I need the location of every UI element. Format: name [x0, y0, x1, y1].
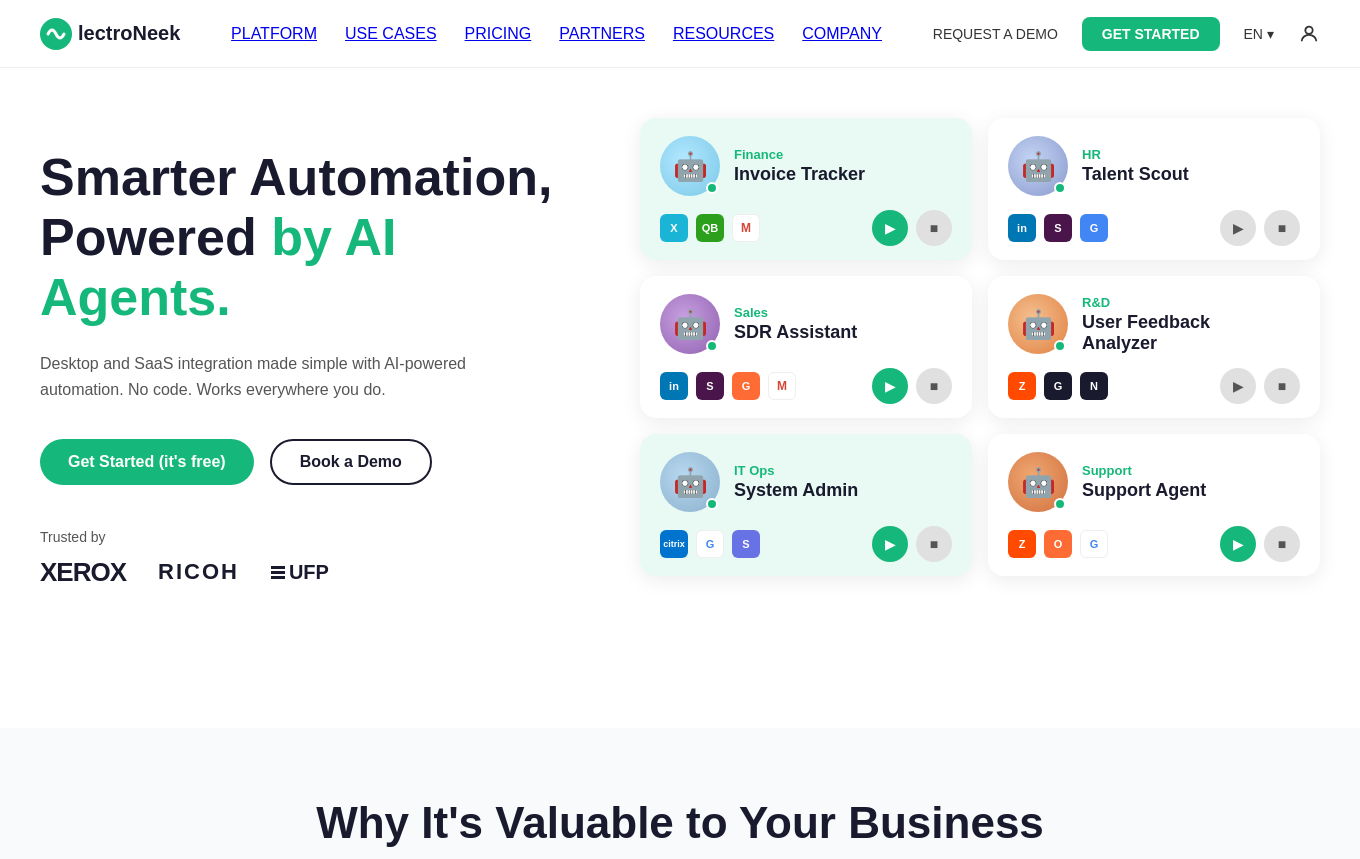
- user-icon[interactable]: [1298, 23, 1320, 45]
- card-sales: 🤖 Sales SDR Assistant in S G M ▶ ■: [640, 276, 972, 418]
- gmail-icon-sales: M: [768, 372, 796, 400]
- navbar: lectroNeek PLATFORM USE CASES PRICING PA…: [0, 0, 1360, 68]
- card-support: 🤖 Support Support Agent Z O G ▶ ■: [988, 434, 1320, 576]
- stop-button-support[interactable]: ■: [1264, 526, 1300, 562]
- xerox-logo: XEROX: [40, 557, 126, 588]
- linkedin-icon: in: [1008, 214, 1036, 242]
- stop-button-sales[interactable]: ■: [916, 368, 952, 404]
- card-category-support: Support: [1082, 463, 1206, 478]
- get-started-button[interactable]: Get Started (it's free): [40, 439, 254, 485]
- card-name-rd: User FeedbackAnalyzer: [1082, 312, 1210, 354]
- nav-company[interactable]: COMPANY: [802, 25, 882, 43]
- card-icons-finance: X QB M: [660, 214, 760, 242]
- logo-text: lectroNeek: [78, 22, 180, 45]
- gdoc-icon: G: [1080, 214, 1108, 242]
- slack-icon-sales: S: [696, 372, 724, 400]
- ricoh-logo: RICOH: [158, 559, 239, 585]
- card-icons-rd: Z G N: [1008, 372, 1108, 400]
- nav-use-cases[interactable]: USE CASES: [345, 25, 437, 43]
- card-icons-hr: in S G: [1008, 214, 1108, 242]
- nav-links: PLATFORM USE CASES PRICING PARTNERS RESO…: [231, 25, 882, 43]
- nav-platform[interactable]: PLATFORM: [231, 25, 317, 43]
- avatar-itops: 🤖: [660, 452, 720, 512]
- hero-title: Smarter Automation, Powered by AI Agents…: [40, 148, 590, 327]
- nav-get-started-button[interactable]: GET STARTED: [1082, 17, 1220, 51]
- hero-left: Smarter Automation, Powered by AI Agents…: [40, 128, 590, 588]
- play-button-finance[interactable]: ▶: [872, 210, 908, 246]
- zapier-icon: Z: [1008, 372, 1036, 400]
- card-hr: 🤖 HR Talent Scout in S G ▶ ■: [988, 118, 1320, 260]
- trusted-by-section: Trusted by XEROX RICOH UFP: [40, 529, 590, 588]
- card-finance: 🤖 Finance Invoice Tracker X QB M ▶ ■: [640, 118, 972, 260]
- trusted-by-label: Trusted by: [40, 529, 590, 545]
- card-icons-sales: in S G M: [660, 372, 796, 400]
- card-name-hr: Talent Scout: [1082, 164, 1189, 185]
- hero-subtitle: Desktop and SaaS integration made simple…: [40, 351, 520, 402]
- avatar-hr: 🤖: [1008, 136, 1068, 196]
- card-name-support: Support Agent: [1082, 480, 1206, 501]
- nav-partners[interactable]: PARTNERS: [559, 25, 645, 43]
- hero-section: Smarter Automation, Powered by AI Agents…: [0, 68, 1360, 728]
- nav-request-demo[interactable]: REQUEST A DEMO: [933, 26, 1058, 42]
- avatar-finance: 🤖: [660, 136, 720, 196]
- value-title: Why It's Valuable to Your Business: [40, 798, 1320, 848]
- value-section: Why It's Valuable to Your Business Make …: [0, 728, 1360, 859]
- card-icons-itops: citrix G S: [660, 530, 760, 558]
- play-button-itops[interactable]: ▶: [872, 526, 908, 562]
- nav-pricing[interactable]: PRICING: [465, 25, 532, 43]
- stop-button-itops[interactable]: ■: [916, 526, 952, 562]
- slack-icon: S: [1044, 214, 1072, 242]
- github-icon: G: [1044, 372, 1072, 400]
- stop-button-finance[interactable]: ■: [916, 210, 952, 246]
- card-name-sales: SDR Assistant: [734, 322, 857, 343]
- hero-buttons: Get Started (it's free) Book a Demo: [40, 439, 590, 485]
- slack-icon-itops: S: [732, 530, 760, 558]
- zapier-icon-support: Z: [1008, 530, 1036, 558]
- play-button-support[interactable]: ▶: [1220, 526, 1256, 562]
- ufp-logo: UFP: [271, 561, 329, 584]
- linkedin-icon-sales: in: [660, 372, 688, 400]
- orange-icon-support: O: [1044, 530, 1072, 558]
- book-demo-button[interactable]: Book a Demo: [270, 439, 432, 485]
- quickbooks-icon: QB: [696, 214, 724, 242]
- card-name-itops: System Admin: [734, 480, 858, 501]
- hero-cards-grid: 🤖 Finance Invoice Tracker X QB M ▶ ■: [600, 118, 1320, 576]
- card-category-sales: Sales: [734, 305, 857, 320]
- card-category-rd: R&D: [1082, 295, 1210, 310]
- stop-button-rd[interactable]: ■: [1264, 368, 1300, 404]
- play-button-hr[interactable]: ▶: [1220, 210, 1256, 246]
- crm-icon-sales: G: [732, 372, 760, 400]
- play-button-rd[interactable]: ▶: [1220, 368, 1256, 404]
- play-button-sales[interactable]: ▶: [872, 368, 908, 404]
- svg-point-1: [1305, 26, 1312, 33]
- card-itops: 🤖 IT Ops System Admin citrix G S ▶ ■: [640, 434, 972, 576]
- logo[interactable]: lectroNeek: [40, 18, 180, 50]
- chrome-icon: G: [696, 530, 724, 558]
- nav-resources[interactable]: RESOURCES: [673, 25, 774, 43]
- card-name-finance: Invoice Tracker: [734, 164, 865, 185]
- card-category-finance: Finance: [734, 147, 865, 162]
- chrome-icon-support: G: [1080, 530, 1108, 558]
- card-category-hr: HR: [1082, 147, 1189, 162]
- avatar-sales: 🤖: [660, 294, 720, 354]
- nav-right: REQUEST A DEMO GET STARTED EN ▾: [933, 17, 1320, 51]
- gmail-icon: M: [732, 214, 760, 242]
- xero-icon: X: [660, 214, 688, 242]
- trusted-logos: XEROX RICOH UFP: [40, 557, 590, 588]
- avatar-support: 🤖: [1008, 452, 1068, 512]
- card-category-itops: IT Ops: [734, 463, 858, 478]
- stop-button-hr[interactable]: ■: [1264, 210, 1300, 246]
- avatar-rd: 🤖: [1008, 294, 1068, 354]
- notion-icon: N: [1080, 372, 1108, 400]
- language-selector[interactable]: EN ▾: [1244, 26, 1274, 42]
- citrix-icon: citrix: [660, 530, 688, 558]
- card-icons-support: Z O G: [1008, 530, 1108, 558]
- card-rd: 🤖 R&D User FeedbackAnalyzer Z G N ▶ ■: [988, 276, 1320, 418]
